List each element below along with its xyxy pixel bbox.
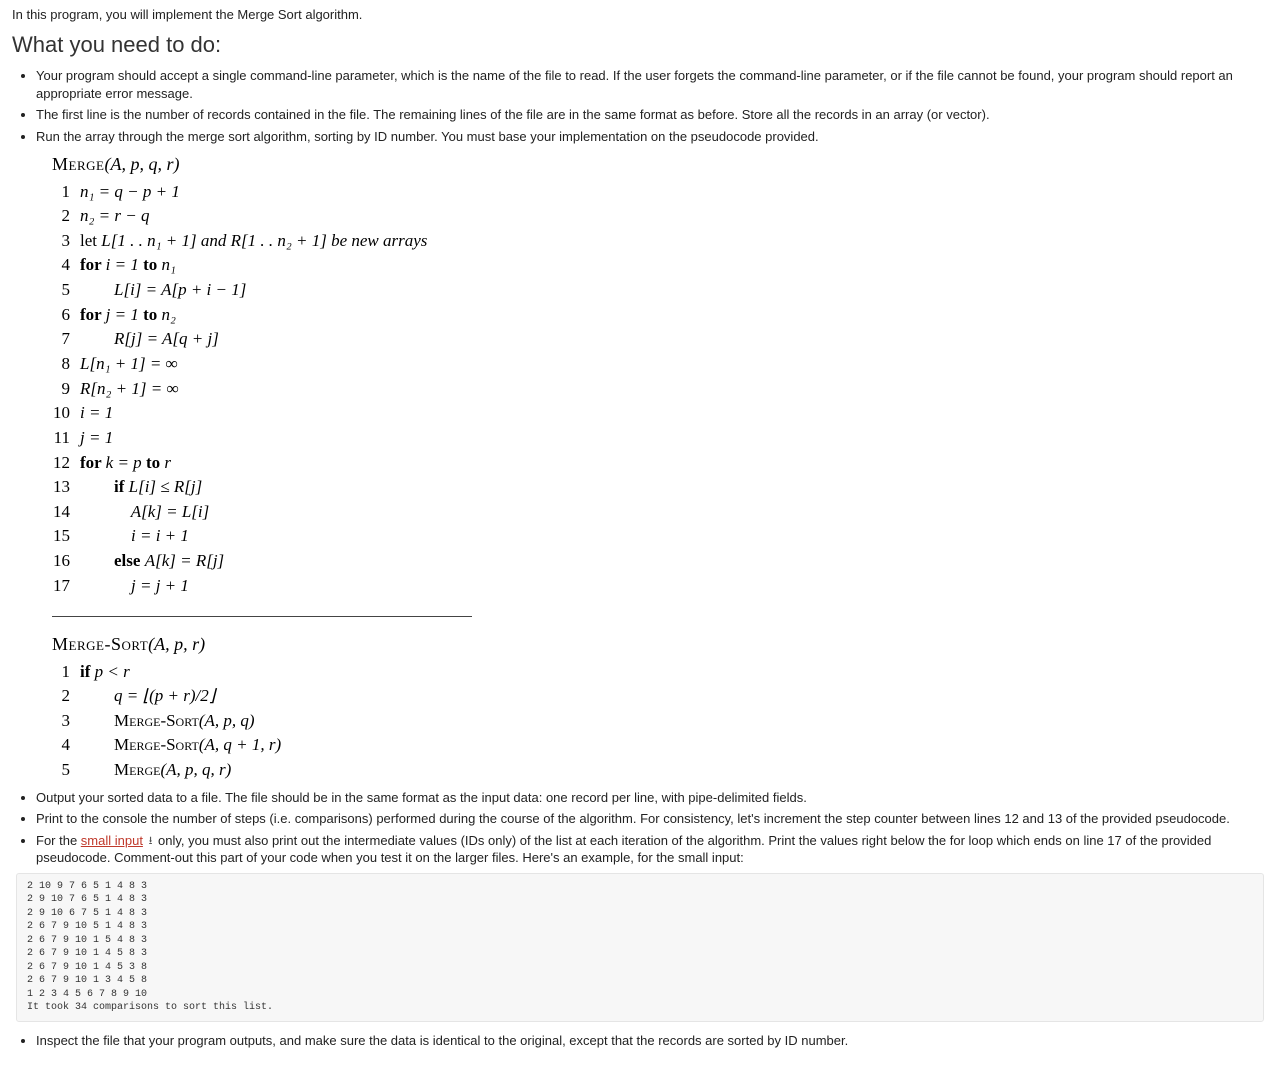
download-icon[interactable]: ⭳ xyxy=(149,834,153,849)
req-item: For the small input ⭳ only, you must als… xyxy=(36,832,1268,867)
req-item: The first line is the number of records … xyxy=(36,106,1268,124)
pseudocode-block: Merge(A, p, q, r) 1n₁ = q − p + 1 2n₂ = … xyxy=(52,151,1268,782)
small-input-link[interactable]: small input xyxy=(81,833,143,848)
merge-title: Merge(A, p, q, r) xyxy=(52,151,1268,177)
requirements-list-3: Inspect the file that your program outpu… xyxy=(12,1032,1268,1050)
req-item: Your program should accept a single comm… xyxy=(36,67,1268,102)
separator xyxy=(52,616,472,617)
req-item: Run the array through the merge sort alg… xyxy=(36,128,1268,146)
console-output: 2 10 9 7 6 5 1 4 8 3 2 9 10 7 6 5 1 4 8 … xyxy=(16,873,1264,1022)
mergesort-title: Merge-Sort(A, p, r) xyxy=(52,631,1268,657)
req-item: Output your sorted data to a file. The f… xyxy=(36,789,1268,807)
intro-text: In this program, you will implement the … xyxy=(12,6,1268,24)
req-item: Inspect the file that your program outpu… xyxy=(36,1032,1268,1050)
section-heading: What you need to do: xyxy=(12,30,1268,60)
requirements-list: Your program should accept a single comm… xyxy=(12,67,1268,145)
req-item: Print to the console the number of steps… xyxy=(36,810,1268,828)
requirements-list-2: Output your sorted data to a file. The f… xyxy=(12,789,1268,867)
